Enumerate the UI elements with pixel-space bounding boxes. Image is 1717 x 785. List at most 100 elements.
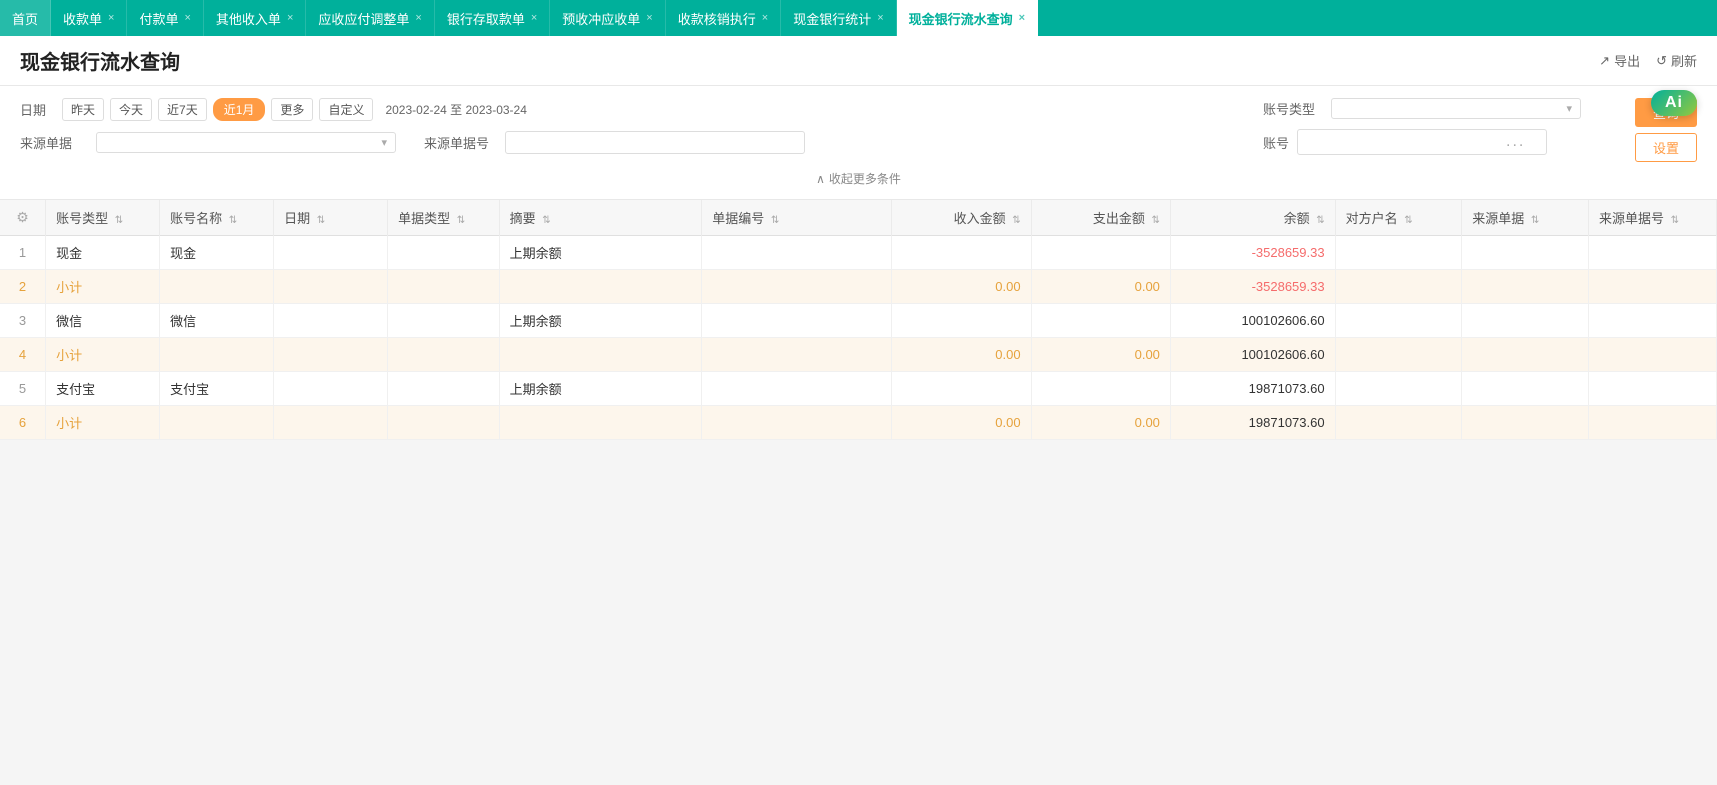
close-icon[interactable]: × bbox=[287, 12, 293, 24]
cashbank-flow-table: ⚙ 账号类型 ⇅ 账号名称 ⇅ 日期 ⇅ 单据类型 ⇅ bbox=[0, 200, 1717, 440]
date-7days-btn[interactable]: 近7天 bbox=[158, 98, 207, 121]
account-name-col-header[interactable]: 账号名称 ⇅ bbox=[160, 200, 274, 236]
summary-cell bbox=[499, 270, 702, 304]
account-name-cell: 现金 bbox=[160, 236, 274, 270]
date-1month-btn[interactable]: 近1月 bbox=[213, 98, 266, 121]
nav-tab-cashbank-flow[interactable]: 现金银行流水查询 × bbox=[897, 0, 1038, 36]
account-label: 账号 bbox=[1263, 133, 1289, 152]
sort-icon: ⇅ bbox=[771, 215, 779, 226]
account-name-cell bbox=[160, 406, 274, 440]
expense-cell bbox=[1031, 372, 1170, 406]
sort-icon: ⇅ bbox=[457, 215, 465, 226]
counterpart-cell bbox=[1335, 406, 1462, 440]
row-index: 4 bbox=[0, 338, 46, 372]
src-voucher-no-cell bbox=[1588, 270, 1716, 304]
date-more-btn[interactable]: 更多 bbox=[271, 98, 313, 121]
refresh-button[interactable]: ↺ 刷新 bbox=[1656, 51, 1697, 70]
sort-icon: ⇅ bbox=[1671, 215, 1679, 226]
income-cell bbox=[892, 304, 1031, 338]
row-index: 5 bbox=[0, 372, 46, 406]
account-type-col-header[interactable]: 账号类型 ⇅ bbox=[46, 200, 160, 236]
src-voucher-no-cell bbox=[1588, 236, 1716, 270]
date-yesterday-btn[interactable]: 昨天 bbox=[62, 98, 104, 121]
date-col-header[interactable]: 日期 ⇅ bbox=[274, 200, 388, 236]
nav-tab-ap-ar-adjust[interactable]: 应收应付调整单 × bbox=[306, 0, 434, 36]
income-cell: 0.00 bbox=[892, 406, 1031, 440]
expense-cell: 0.00 bbox=[1031, 406, 1170, 440]
account-type-select[interactable]: ▾ bbox=[1331, 98, 1581, 119]
summary-cell bbox=[499, 338, 702, 372]
doc-no-cell bbox=[702, 236, 892, 270]
table-row: 4 小计 0.00 0.00 100102606.60 bbox=[0, 338, 1717, 372]
account-filter-row: 账号 ... bbox=[1263, 129, 1603, 155]
close-icon[interactable]: × bbox=[646, 12, 652, 24]
balance-cell: -3528659.33 bbox=[1170, 270, 1335, 304]
doc-type-cell bbox=[388, 338, 500, 372]
nav-tab-advance-offset[interactable]: 预收冲应收单 × bbox=[550, 0, 665, 36]
account-input[interactable] bbox=[1306, 135, 1506, 150]
close-icon[interactable]: × bbox=[877, 12, 883, 24]
ai-badge[interactable]: Ai bbox=[1651, 90, 1697, 116]
src-voucher-col-header[interactable]: 来源单据 ⇅ bbox=[1462, 200, 1589, 236]
src-voucher-cell bbox=[1462, 406, 1589, 440]
source-voucher-select[interactable]: ▾ bbox=[96, 132, 396, 153]
chevron-down-icon: ▾ bbox=[381, 136, 387, 149]
nav-tab-other-income[interactable]: 其他收入单 × bbox=[204, 0, 306, 36]
account-type-cell: 支付宝 bbox=[46, 372, 160, 406]
nav-tab-bank-deposit[interactable]: 银行存取款单 × bbox=[435, 0, 550, 36]
src-voucher-no-cell bbox=[1588, 338, 1716, 372]
doc-type-cell bbox=[388, 406, 500, 440]
expense-col-header[interactable]: 支出金额 ⇅ bbox=[1031, 200, 1170, 236]
sort-icon: ⇅ bbox=[1404, 215, 1412, 226]
date-range-display: 2023-02-24 至 2023-03-24 bbox=[385, 101, 526, 118]
summary-col-header[interactable]: 摘要 ⇅ bbox=[499, 200, 702, 236]
source-voucher-no-label: 来源单据号 bbox=[424, 133, 489, 152]
balance-cell: -3528659.33 bbox=[1170, 236, 1335, 270]
close-icon[interactable]: × bbox=[415, 12, 421, 24]
settings-button[interactable]: 设置 bbox=[1635, 133, 1697, 162]
close-icon[interactable]: × bbox=[1019, 12, 1025, 24]
collapse-icon: ∧ bbox=[816, 172, 825, 186]
nav-home[interactable]: 首页 bbox=[0, 0, 51, 36]
counterpart-cell bbox=[1335, 372, 1462, 406]
close-icon[interactable]: × bbox=[184, 12, 190, 24]
settings-col-header[interactable]: ⚙ bbox=[0, 200, 46, 236]
doc-no-cell bbox=[702, 304, 892, 338]
date-custom-btn[interactable]: 自定义 bbox=[319, 98, 373, 121]
doc-type-cell bbox=[388, 304, 500, 338]
summary-cell: 上期余额 bbox=[499, 304, 702, 338]
close-icon[interactable]: × bbox=[762, 12, 768, 24]
doc-no-col-header[interactable]: 单据编号 ⇅ bbox=[702, 200, 892, 236]
close-icon[interactable]: × bbox=[108, 12, 114, 24]
nav-tab-collection-exec[interactable]: 收款核销执行 × bbox=[666, 0, 781, 36]
table-row: 2 小计 0.00 0.00 -3528659.33 bbox=[0, 270, 1717, 304]
counterpart-col-header[interactable]: 对方户名 ⇅ bbox=[1335, 200, 1462, 236]
expense-cell bbox=[1031, 304, 1170, 338]
account-type-cell: 小计 bbox=[46, 270, 160, 304]
sort-icon: ⇅ bbox=[317, 215, 325, 226]
more-options-icon[interactable]: ... bbox=[1506, 133, 1525, 151]
collapse-bar[interactable]: ∧ 收起更多条件 bbox=[20, 164, 1697, 191]
export-button[interactable]: ↗ 导出 bbox=[1599, 51, 1640, 70]
account-type-filter-row: 账号类型 ▾ bbox=[1263, 98, 1603, 119]
nav-tab-receipts[interactable]: 收款单 × bbox=[51, 0, 127, 36]
sort-icon: ⇅ bbox=[1012, 215, 1020, 226]
date-cell bbox=[274, 304, 388, 338]
account-name-cell bbox=[160, 270, 274, 304]
gear-icon[interactable]: ⚙ bbox=[16, 209, 29, 225]
date-today-btn[interactable]: 今天 bbox=[110, 98, 152, 121]
income-col-header[interactable]: 收入金额 ⇅ bbox=[892, 200, 1031, 236]
src-voucher-no-cell bbox=[1588, 304, 1716, 338]
balance-cell: 100102606.60 bbox=[1170, 338, 1335, 372]
nav-tab-cashbank-stat[interactable]: 现金银行统计 × bbox=[781, 0, 896, 36]
src-voucher-no-col-header[interactable]: 来源单据号 ⇅ bbox=[1588, 200, 1716, 236]
source-voucher-no-input[interactable] bbox=[505, 131, 805, 154]
src-voucher-no-cell bbox=[1588, 372, 1716, 406]
row-index: 2 bbox=[0, 270, 46, 304]
doc-type-cell bbox=[388, 270, 500, 304]
counterpart-cell bbox=[1335, 304, 1462, 338]
balance-col-header[interactable]: 余额 ⇅ bbox=[1170, 200, 1335, 236]
close-icon[interactable]: × bbox=[531, 12, 537, 24]
nav-tab-payments[interactable]: 付款单 × bbox=[127, 0, 203, 36]
doc-type-col-header[interactable]: 单据类型 ⇅ bbox=[388, 200, 500, 236]
